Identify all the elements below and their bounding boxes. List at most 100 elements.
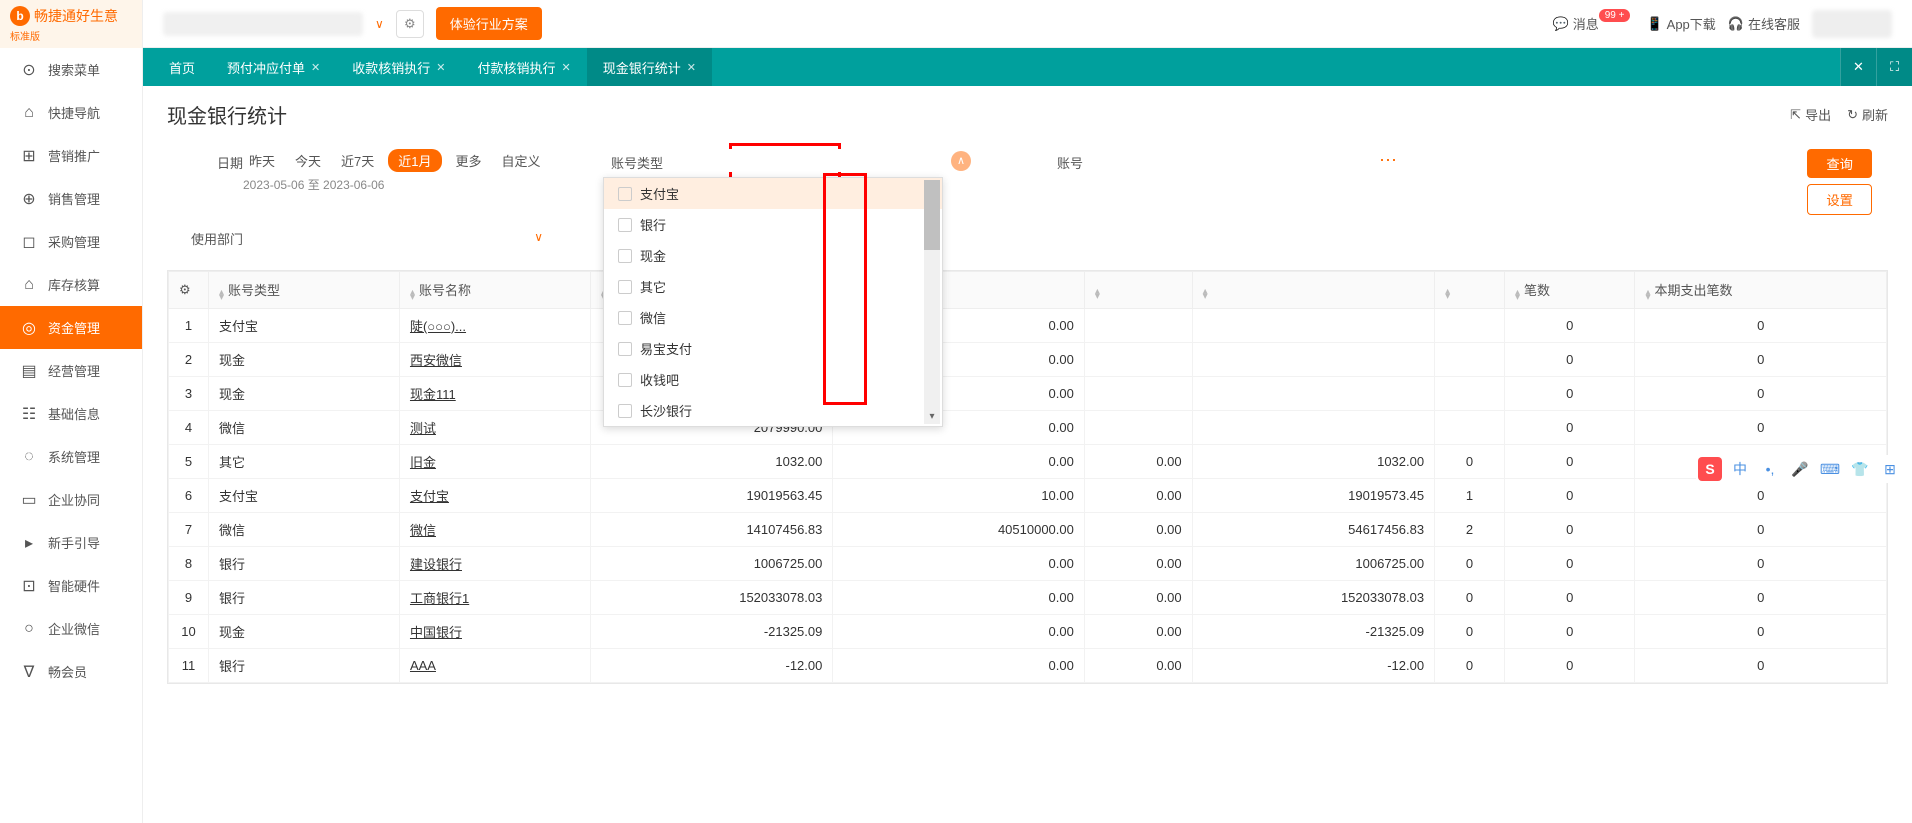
ime-keyboard-icon[interactable]: ⌨ xyxy=(1818,457,1842,481)
column-header[interactable]: ▴▾ xyxy=(1084,272,1192,309)
tab-close-icon[interactable]: ✕ xyxy=(311,61,320,74)
nav-item-8[interactable]: ☷基础信息 xyxy=(0,392,142,435)
checkbox[interactable] xyxy=(618,280,632,294)
dropdown-option[interactable]: 易宝支付 xyxy=(604,333,942,364)
cell-name[interactable]: 支付宝 xyxy=(399,479,590,513)
cell-name[interactable]: AAA xyxy=(399,649,590,683)
column-header[interactable]: ▴▾账号类型 xyxy=(209,272,400,309)
cell-name[interactable]: 旧金 xyxy=(399,445,590,479)
gear-column[interactable]: ⚙ xyxy=(169,272,209,309)
close-tab-button[interactable]: ✕ xyxy=(1840,48,1876,86)
customer-service-link[interactable]: 🎧 在线客服 xyxy=(1728,14,1800,33)
tab-close-icon[interactable]: ✕ xyxy=(687,61,696,74)
nav-item-4[interactable]: ◻采购管理 xyxy=(0,220,142,263)
checkbox[interactable] xyxy=(618,311,632,325)
sort-icon[interactable]: ▴▾ xyxy=(1515,290,1520,300)
query-button[interactable]: 查询 xyxy=(1807,149,1872,178)
export-button[interactable]: ⇱导出 xyxy=(1790,105,1831,124)
ime-menu-icon[interactable]: ⊞ xyxy=(1878,457,1902,481)
tab-3[interactable]: 付款核销执行✕ xyxy=(461,48,586,86)
cell-name[interactable]: 工商银行1 xyxy=(399,581,590,615)
dropdown-option[interactable]: 其它 xyxy=(604,271,942,302)
expand-button[interactable]: ⛶ xyxy=(1876,48,1912,86)
nav-item-6[interactable]: ◎资金管理 xyxy=(0,306,142,349)
tab-close-icon[interactable]: ✕ xyxy=(562,61,571,74)
nav-item-2[interactable]: ⊞营销推广 xyxy=(0,134,142,177)
user-avatar[interactable] xyxy=(1812,10,1892,38)
date-opt-3[interactable]: 近1月 xyxy=(388,149,441,172)
messages-link[interactable]: 💬 消息 99 + xyxy=(1553,14,1635,33)
ime-punct-icon[interactable]: •, xyxy=(1758,457,1782,481)
column-header[interactable]: ▴▾ xyxy=(1435,272,1505,309)
date-opt-1[interactable]: 今天 xyxy=(289,149,327,172)
cell-name[interactable]: 陡(○○○)... xyxy=(399,309,590,343)
nav-item-1[interactable]: ⌂快捷导航 xyxy=(0,91,142,134)
sort-icon[interactable]: ▴▾ xyxy=(219,290,224,300)
checkbox[interactable] xyxy=(618,404,632,418)
account-type-input[interactable] xyxy=(671,149,951,172)
nav-item-3[interactable]: ⊕销售管理 xyxy=(0,177,142,220)
sort-icon[interactable]: ▴▾ xyxy=(1203,289,1208,299)
collapse-icon[interactable]: ∧ xyxy=(951,151,971,171)
tab-close-icon[interactable]: ✕ xyxy=(436,61,445,74)
ime-sogou-icon[interactable]: S xyxy=(1698,457,1722,481)
nav-item-11[interactable]: ▸新手引导 xyxy=(0,521,142,564)
column-header[interactable]: ▴▾ xyxy=(1192,272,1434,309)
trial-button[interactable]: 体验行业方案 xyxy=(436,7,542,40)
checkbox[interactable] xyxy=(618,187,632,201)
tab-4[interactable]: 现金银行统计✕ xyxy=(587,48,712,86)
scroll-down-icon[interactable]: ▾ xyxy=(924,408,940,424)
cell-name[interactable]: 现金111 xyxy=(399,377,590,411)
dropdown-scrollbar[interactable]: ▾ xyxy=(924,180,940,424)
cell-name[interactable]: 微信 xyxy=(399,513,590,547)
nav-item-13[interactable]: ○企业微信 xyxy=(0,607,142,650)
tab-0[interactable]: 首页 xyxy=(153,48,211,86)
dropdown-option[interactable]: 收钱吧 xyxy=(604,364,942,395)
chevron-down-icon[interactable]: ∨ xyxy=(375,17,384,31)
setting-button[interactable]: 设置 xyxy=(1807,184,1872,215)
cell-name[interactable]: 中国银行 xyxy=(399,615,590,649)
date-opt-0[interactable]: 昨天 xyxy=(243,149,281,172)
cell-name[interactable]: 西安微信 xyxy=(399,343,590,377)
nav-item-12[interactable]: ⊡智能硬件 xyxy=(0,564,142,607)
ime-lang-icon[interactable]: 中 xyxy=(1728,457,1752,481)
sort-icon[interactable]: ▴▾ xyxy=(1095,289,1100,299)
settings-button[interactable]: ⚙ xyxy=(396,10,424,38)
dept-select[interactable]: ∨ xyxy=(243,225,543,248)
checkbox[interactable] xyxy=(618,218,632,232)
sort-icon[interactable]: ▴▾ xyxy=(1645,290,1650,300)
dropdown-option[interactable]: 长沙银行 xyxy=(604,395,942,426)
column-header[interactable]: ▴▾笔数 xyxy=(1504,272,1634,309)
scrollbar-thumb[interactable] xyxy=(924,180,940,250)
dropdown-option[interactable]: 银行 xyxy=(604,209,942,240)
nav-item-10[interactable]: ▭企业协同 xyxy=(0,478,142,521)
account-input[interactable] xyxy=(1091,149,1371,172)
date-opt-2[interactable]: 近7天 xyxy=(335,149,380,172)
cell-name[interactable]: 测试 xyxy=(399,411,590,445)
column-header[interactable]: ▴▾本期支出笔数 xyxy=(1635,272,1887,309)
tab-1[interactable]: 预付冲应付单✕ xyxy=(211,48,336,86)
dropdown-option[interactable]: 支付宝 xyxy=(604,178,942,209)
date-opt-5[interactable]: 自定义 xyxy=(496,149,547,172)
app-download-link[interactable]: 📱 App下载 xyxy=(1646,14,1715,33)
column-header[interactable]: ▴▾账号名称 xyxy=(399,272,590,309)
checkbox[interactable] xyxy=(618,342,632,356)
sort-icon[interactable]: ▴▾ xyxy=(1445,289,1450,299)
nav-item-14[interactable]: ∇畅会员 xyxy=(0,650,142,693)
nav-item-5[interactable]: ⌂库存核算 xyxy=(0,263,142,306)
date-opt-4[interactable]: 更多 xyxy=(450,149,488,172)
tab-2[interactable]: 收款核销执行✕ xyxy=(336,48,461,86)
nav-item-7[interactable]: ▤经营管理 xyxy=(0,349,142,392)
dropdown-option[interactable]: 微信 xyxy=(604,302,942,333)
sort-icon[interactable]: ▴▾ xyxy=(410,290,415,300)
more-dots[interactable]: ⋯ xyxy=(1379,150,1399,171)
checkbox[interactable] xyxy=(618,373,632,387)
nav-item-0[interactable]: ⊙搜索菜单 xyxy=(0,48,142,91)
cell-name[interactable]: 建设银行 xyxy=(399,547,590,581)
refresh-button[interactable]: ↻刷新 xyxy=(1847,105,1888,124)
ime-mic-icon[interactable]: 🎤 xyxy=(1788,457,1812,481)
dropdown-option[interactable]: 现金 xyxy=(604,240,942,271)
company-selector[interactable] xyxy=(163,12,363,36)
nav-item-9[interactable]: ◌系统管理 xyxy=(0,435,142,478)
ime-skin-icon[interactable]: 👕 xyxy=(1848,457,1872,481)
